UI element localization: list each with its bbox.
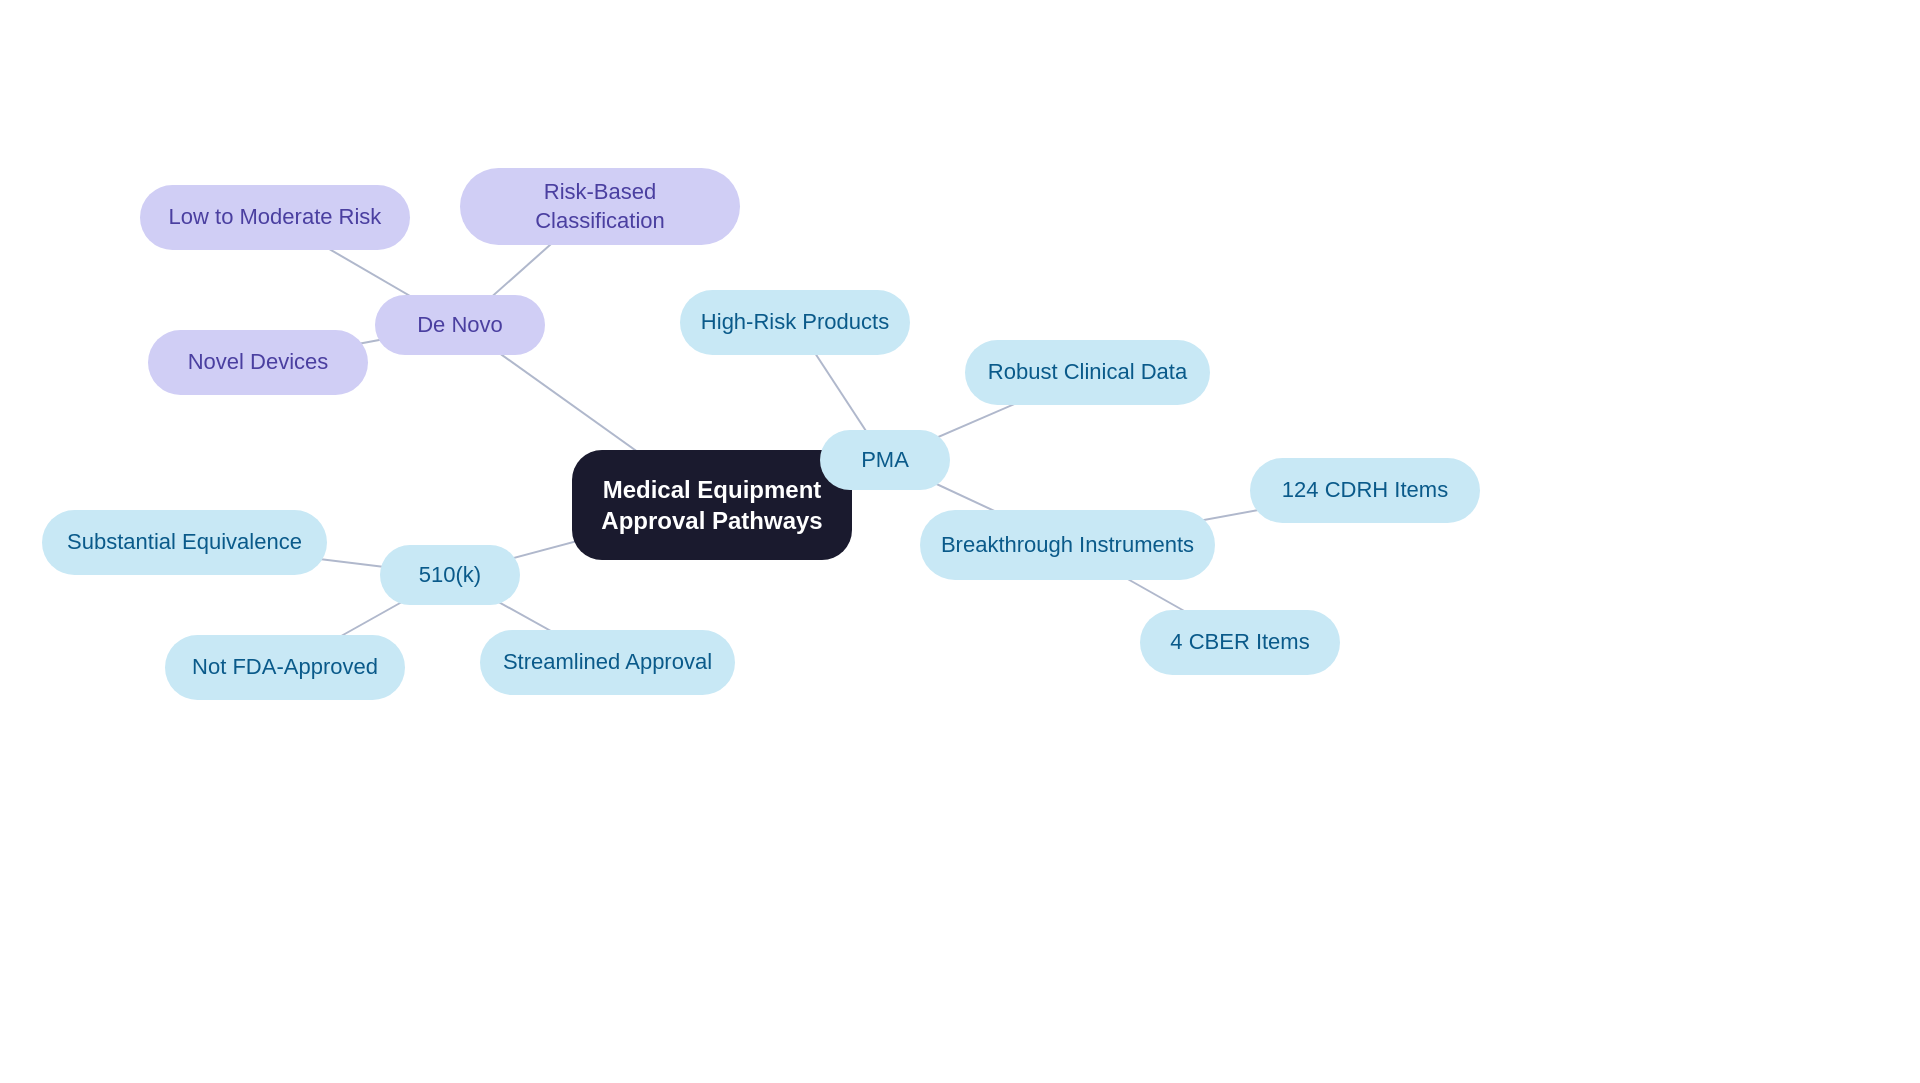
- node-breakthrough: Breakthrough Instruments: [920, 510, 1215, 580]
- node-highRisk: High-Risk Products: [680, 290, 910, 355]
- node-center: Medical Equipment Approval Pathways: [572, 450, 852, 560]
- node-cdrh: 124 CDRH Items: [1250, 458, 1480, 523]
- node-lowRisk: Low to Moderate Risk: [140, 185, 410, 250]
- diagram-container: Medical Equipment Approval Pathways De No…: [0, 0, 1920, 1083]
- node-fivetenk: 510(k): [380, 545, 520, 605]
- node-substantialEq: Substantial Equivalence: [42, 510, 327, 575]
- node-riskBased: Risk-Based Classification: [460, 168, 740, 245]
- node-pma: PMA: [820, 430, 950, 490]
- node-notFDA: Not FDA-Approved: [165, 635, 405, 700]
- node-deNovo: De Novo: [375, 295, 545, 355]
- node-robustClinical: Robust Clinical Data: [965, 340, 1210, 405]
- node-streamlined: Streamlined Approval: [480, 630, 735, 695]
- node-novelDevices: Novel Devices: [148, 330, 368, 395]
- node-cber: 4 CBER Items: [1140, 610, 1340, 675]
